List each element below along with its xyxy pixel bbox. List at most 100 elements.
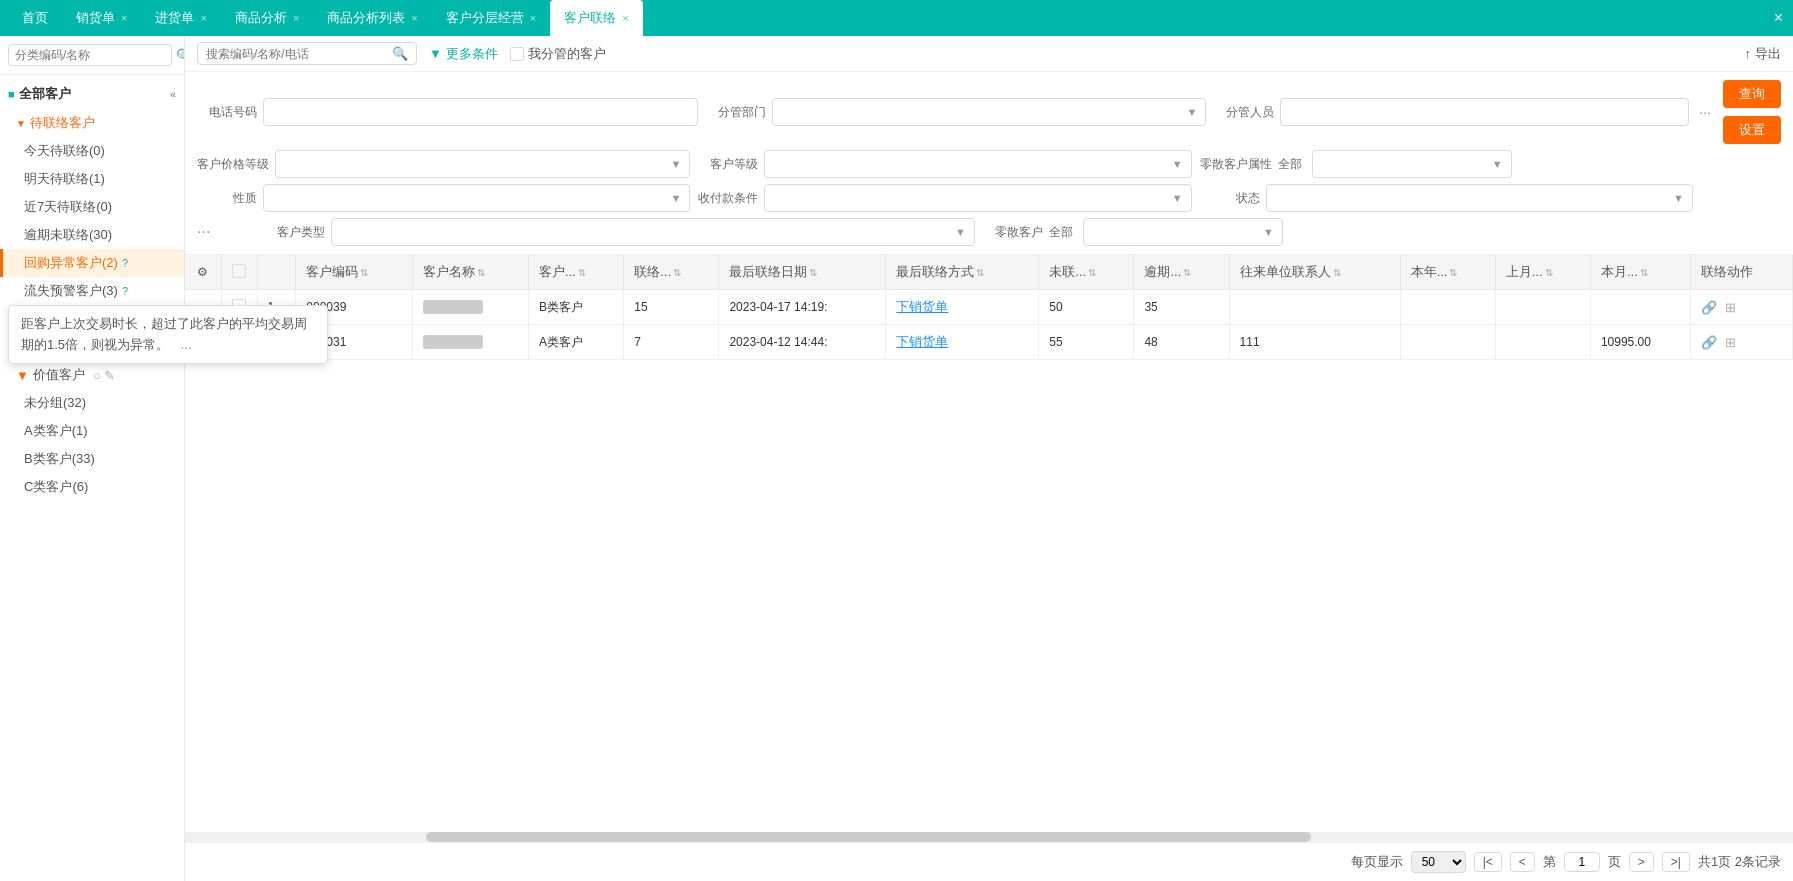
page-input[interactable] [1564, 852, 1600, 872]
nav-product-analysis[interactable]: 商品分析 × [221, 0, 313, 36]
phone-input[interactable] [263, 98, 698, 126]
action-icon-link-2[interactable]: 🔗 [1701, 335, 1717, 350]
more-dots-btn[interactable]: ··· [197, 223, 210, 241]
prev-page-btn[interactable]: < [1510, 852, 1535, 872]
zero-customer-arrow: ▼ [1263, 226, 1274, 238]
th-unit-contact[interactable]: 往来单位联系人⇅ [1229, 255, 1400, 290]
td-lastmethod-1[interactable]: 下销货单 [886, 290, 1039, 325]
scatter-attr-select[interactable]: ▼ [1312, 150, 1512, 178]
main-search-input[interactable] [206, 47, 392, 61]
sidebar-search-input[interactable] [8, 44, 172, 66]
link-method-1[interactable]: 下销货单 [896, 299, 948, 314]
th-contact[interactable]: 联络...⇅ [624, 255, 719, 290]
th-last-month[interactable]: 上月...⇅ [1495, 255, 1590, 290]
th-uncontact[interactable]: 未联...⇅ [1039, 255, 1134, 290]
nav-sales-order[interactable]: 销货单 × [62, 0, 141, 36]
sidebar-item-overdue[interactable]: 逾期未联络(30) [0, 221, 184, 249]
sidebar-item-tomorrow[interactable]: 明天待联络(1) [0, 165, 184, 193]
nav-product-analysis-list[interactable]: 商品分析列表 × [313, 0, 431, 36]
h-scrollbar-thumb[interactable] [426, 832, 1310, 842]
manager-dots[interactable]: ··· [1695, 104, 1715, 120]
zero-customer-label: 零散客户 [983, 224, 1043, 241]
sidebar-item-a-class[interactable]: A类客户(1) [0, 417, 184, 445]
link-method-2[interactable]: 下销货单 [896, 334, 948, 349]
sidebar-item-churn-warning[interactable]: 流失预警客户(3) ? [0, 277, 184, 305]
content-area: 距客户上次交易时长，超过了此客户的平均交易周期的1.5倍，则视为异常。 ... … [185, 36, 1793, 881]
table-body: 1 000039 B类客户 15 2023-04-17 14:19: 下销货单 … [185, 290, 1793, 360]
edit-icons[interactable]: ○ ✎ [93, 368, 115, 383]
next-page-btn[interactable]: > [1629, 852, 1654, 872]
window-close-button[interactable]: × [1774, 9, 1783, 27]
query-button[interactable]: 查询 [1723, 80, 1781, 108]
sidebar-item-c-class[interactable]: C类客户(6) [0, 473, 184, 501]
th-overdue[interactable]: 逾期...⇅ [1134, 255, 1229, 290]
my-customers-checkbox[interactable]: 我分管的客户 [510, 45, 606, 63]
price-grade-label: 客户价格等级 [197, 156, 269, 173]
sidebar-all-customers[interactable]: ■ 全部客户 « [0, 79, 184, 109]
th-this-month[interactable]: 本月...⇅ [1590, 255, 1690, 290]
customer-grade-select[interactable]: ▼ [764, 150, 1191, 178]
nav-purchase-order[interactable]: 进货单 × [141, 0, 220, 36]
action-icon-link-1[interactable]: 🔗 [1701, 300, 1717, 315]
sidebar-item-7days[interactable]: 近7天待联络(0) [0, 193, 184, 221]
nav-home[interactable]: 首页 [8, 0, 62, 36]
sidebar: 🔍 ■ 全部客户 « ▼ 待联络客户 今天待联络(0) 明天待联络(1) 近7天… [0, 36, 185, 881]
td-lastdate-1: 2023-04-17 14:19: [719, 290, 886, 325]
td-thisyear-2 [1400, 325, 1495, 360]
my-customers-check[interactable] [510, 47, 524, 61]
payment-select[interactable]: ▼ [764, 184, 1191, 212]
main-search-icon[interactable]: 🔍 [392, 46, 408, 61]
export-btn[interactable]: ↑ 导出 [1745, 45, 1782, 63]
th-type[interactable]: 客户...⇅ [529, 255, 624, 290]
action-icon-grid-2[interactable]: ⊞ [1725, 335, 1736, 350]
th-last-method[interactable]: 最后联络方式⇅ [886, 255, 1039, 290]
th-this-year[interactable]: 本年...⇅ [1400, 255, 1495, 290]
status-select[interactable]: ▼ [1266, 184, 1693, 212]
th-checkbox[interactable] [221, 255, 257, 290]
nav-close-product-analysis[interactable]: × [293, 12, 299, 24]
sidebar-item-b-class[interactable]: B类客户(33) [0, 445, 184, 473]
settings-button[interactable]: 设置 [1723, 116, 1781, 144]
sidebar-item-ungrouped[interactable]: 未分组(32) [0, 389, 184, 417]
manager-select[interactable] [1280, 98, 1689, 126]
sidebar-search-icon[interactable]: 🔍 [176, 48, 185, 63]
sidebar-item-today[interactable]: 今天待联络(0) [0, 137, 184, 165]
nav-close-customer-contact[interactable]: × [622, 12, 628, 24]
nav-customer-contact[interactable]: 客户联络 × [550, 0, 642, 36]
nav-close-product-analysis-list[interactable]: × [411, 12, 417, 24]
customer-type-select[interactable]: ▼ [331, 218, 975, 246]
sidebar-value-group[interactable]: ▼ 价值客户 ○ ✎ [0, 361, 184, 389]
th-gear[interactable]: ⚙ [185, 255, 221, 290]
sidebar-item-abnormal[interactable]: 回购异常客户(2) ? [0, 249, 184, 277]
first-page-btn[interactable]: |< [1474, 852, 1502, 872]
sort-unitcontact-icon: ⇅ [1333, 267, 1341, 278]
sort-name-icon: ⇅ [477, 267, 485, 278]
page-size-select[interactable]: 50 100 200 [1411, 851, 1466, 873]
nav-customer-segmentation[interactable]: 客户分层经营 × [432, 0, 550, 36]
more-conditions-btn[interactable]: ▼ 更多条件 [429, 45, 498, 63]
th-last-date[interactable]: 最后联络日期⇅ [719, 255, 886, 290]
td-action-2: 🔗 ⊞ [1690, 325, 1792, 360]
price-grade-select[interactable]: ▼ [275, 150, 690, 178]
zero-customer-select[interactable]: ▼ [1083, 218, 1283, 246]
dept-select[interactable]: ▼ [772, 98, 1207, 126]
nav-close-purchase-order[interactable]: × [200, 12, 206, 24]
th-name[interactable]: 客户名称⇅ [412, 255, 528, 290]
th-code[interactable]: 客户编码⇅ [296, 255, 412, 290]
action-icon-grid-1[interactable]: ⊞ [1725, 300, 1736, 315]
last-page-btn[interactable]: >| [1662, 852, 1690, 872]
sidebar-pending-group[interactable]: ▼ 待联络客户 [0, 109, 184, 137]
filter-nature: 性质 ▼ [197, 184, 690, 212]
nature-arrow: ▼ [670, 192, 681, 204]
select-all-checkbox[interactable] [232, 264, 246, 278]
nav-close-sales-order[interactable]: × [121, 12, 127, 24]
td-lastmethod-2[interactable]: 下销货单 [886, 325, 1039, 360]
nature-select[interactable]: ▼ [263, 184, 690, 212]
manager-label: 分管人员 [1214, 104, 1274, 121]
payment-label: 收付款条件 [698, 190, 758, 207]
td-action-1: 🔗 ⊞ [1690, 290, 1792, 325]
table-row: 1 000039 B类客户 15 2023-04-17 14:19: 下销货单 … [185, 290, 1793, 325]
page-label: 第 [1543, 853, 1556, 871]
tooltip-dots[interactable]: ... [185, 336, 192, 352]
nav-close-customer-segmentation[interactable]: × [530, 12, 536, 24]
